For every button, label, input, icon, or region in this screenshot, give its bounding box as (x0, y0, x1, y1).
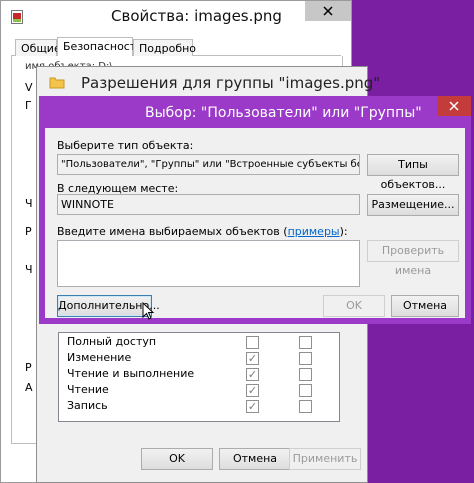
properties-title: Свойства: images.png (111, 7, 282, 25)
ok-button[interactable]: OK (323, 295, 385, 317)
names-label-text: Введите имена выбираемых объектов ( (57, 225, 288, 238)
select-dialog-title-bar: Выбор: "Пользователи" или "Группы" (45, 96, 471, 128)
tab-security[interactable]: Безопасность (57, 37, 143, 57)
close-icon (323, 6, 333, 16)
permission-label: Полный доступ (67, 335, 157, 348)
properties-title-bar: Свойства: images.png (1, 1, 351, 31)
check-icon: ✓ (247, 368, 258, 381)
object-type-label: Выберите тип объекта: (57, 139, 194, 152)
deny-checkbox[interactable] (299, 336, 312, 349)
location-button[interactable]: Размещение... (367, 194, 459, 216)
allow-checkbox[interactable]: ✓ (246, 400, 259, 413)
permission-label: Чтение (67, 383, 109, 396)
select-users-dialog: Выбор: "Пользователи" или "Группы" Выбер… (39, 96, 471, 324)
permission-row: Чтение и выполнение ✓ (59, 366, 339, 382)
check-icon: ✓ (247, 400, 258, 413)
text-fragment: V (25, 81, 33, 94)
cancel-button[interactable]: Отмена (219, 448, 291, 470)
text-fragment: Ч (25, 263, 33, 276)
file-icon (11, 10, 23, 24)
text-fragment: Г (25, 99, 32, 112)
close-button[interactable] (305, 1, 351, 21)
permission-row: Полный доступ (59, 334, 339, 350)
close-icon (449, 101, 459, 111)
object-type-field: "Пользователи", "Группы" или "Встроенные… (57, 154, 360, 175)
select-dialog-title: Выбор: "Пользователи" или "Группы" (145, 105, 422, 121)
names-label-end: ): (339, 225, 348, 238)
allow-checkbox[interactable] (246, 336, 259, 349)
permissions-title: Разрешения для группы "images.png" (81, 74, 381, 92)
permission-label: Изменение (67, 351, 132, 364)
text-fragment: А (25, 381, 33, 394)
permission-label: Запись (67, 399, 108, 412)
text-fragment: Р (25, 225, 32, 238)
object-types-button[interactable]: Типы объектов... (367, 154, 459, 191)
deny-checkbox[interactable] (299, 384, 312, 397)
text-fragment: Р (25, 361, 32, 374)
permission-row: Запись ✓ (59, 398, 339, 414)
permissions-list: Полный доступ Изменение ✓ Чтение и выпол… (58, 332, 340, 422)
allow-checkbox[interactable]: ✓ (246, 352, 259, 365)
deny-checkbox[interactable] (299, 368, 312, 381)
permission-row: Чтение ✓ (59, 382, 339, 398)
deny-checkbox[interactable] (299, 352, 312, 365)
check-names-button[interactable]: Проверить имена (367, 240, 459, 277)
advanced-button[interactable]: Дополнительно... (57, 295, 160, 317)
tab-general[interactable]: Общие (15, 39, 61, 56)
names-label: Введите имена выбираемых объектов (приме… (57, 225, 348, 238)
close-button[interactable] (437, 96, 471, 116)
location-field: WINNOTE (57, 194, 360, 215)
folder-icon (49, 75, 65, 89)
permission-label: Чтение и выполнение (67, 367, 195, 380)
apply-button[interactable]: Применить (289, 448, 361, 470)
text-fragment: Ч (25, 197, 33, 210)
names-input[interactable] (57, 240, 360, 287)
allow-checkbox[interactable]: ✓ (246, 384, 259, 397)
deny-checkbox[interactable] (299, 400, 312, 413)
check-icon: ✓ (247, 352, 258, 365)
tab-details[interactable]: Подробно (133, 39, 196, 56)
permission-row: Изменение ✓ (59, 350, 339, 366)
cancel-button[interactable]: Отмена (391, 295, 459, 317)
ok-button[interactable]: OK (141, 448, 213, 470)
allow-checkbox[interactable]: ✓ (246, 368, 259, 381)
check-icon: ✓ (247, 384, 258, 397)
examples-link[interactable]: примеры (288, 225, 340, 238)
mouse-cursor-icon (142, 301, 156, 322)
